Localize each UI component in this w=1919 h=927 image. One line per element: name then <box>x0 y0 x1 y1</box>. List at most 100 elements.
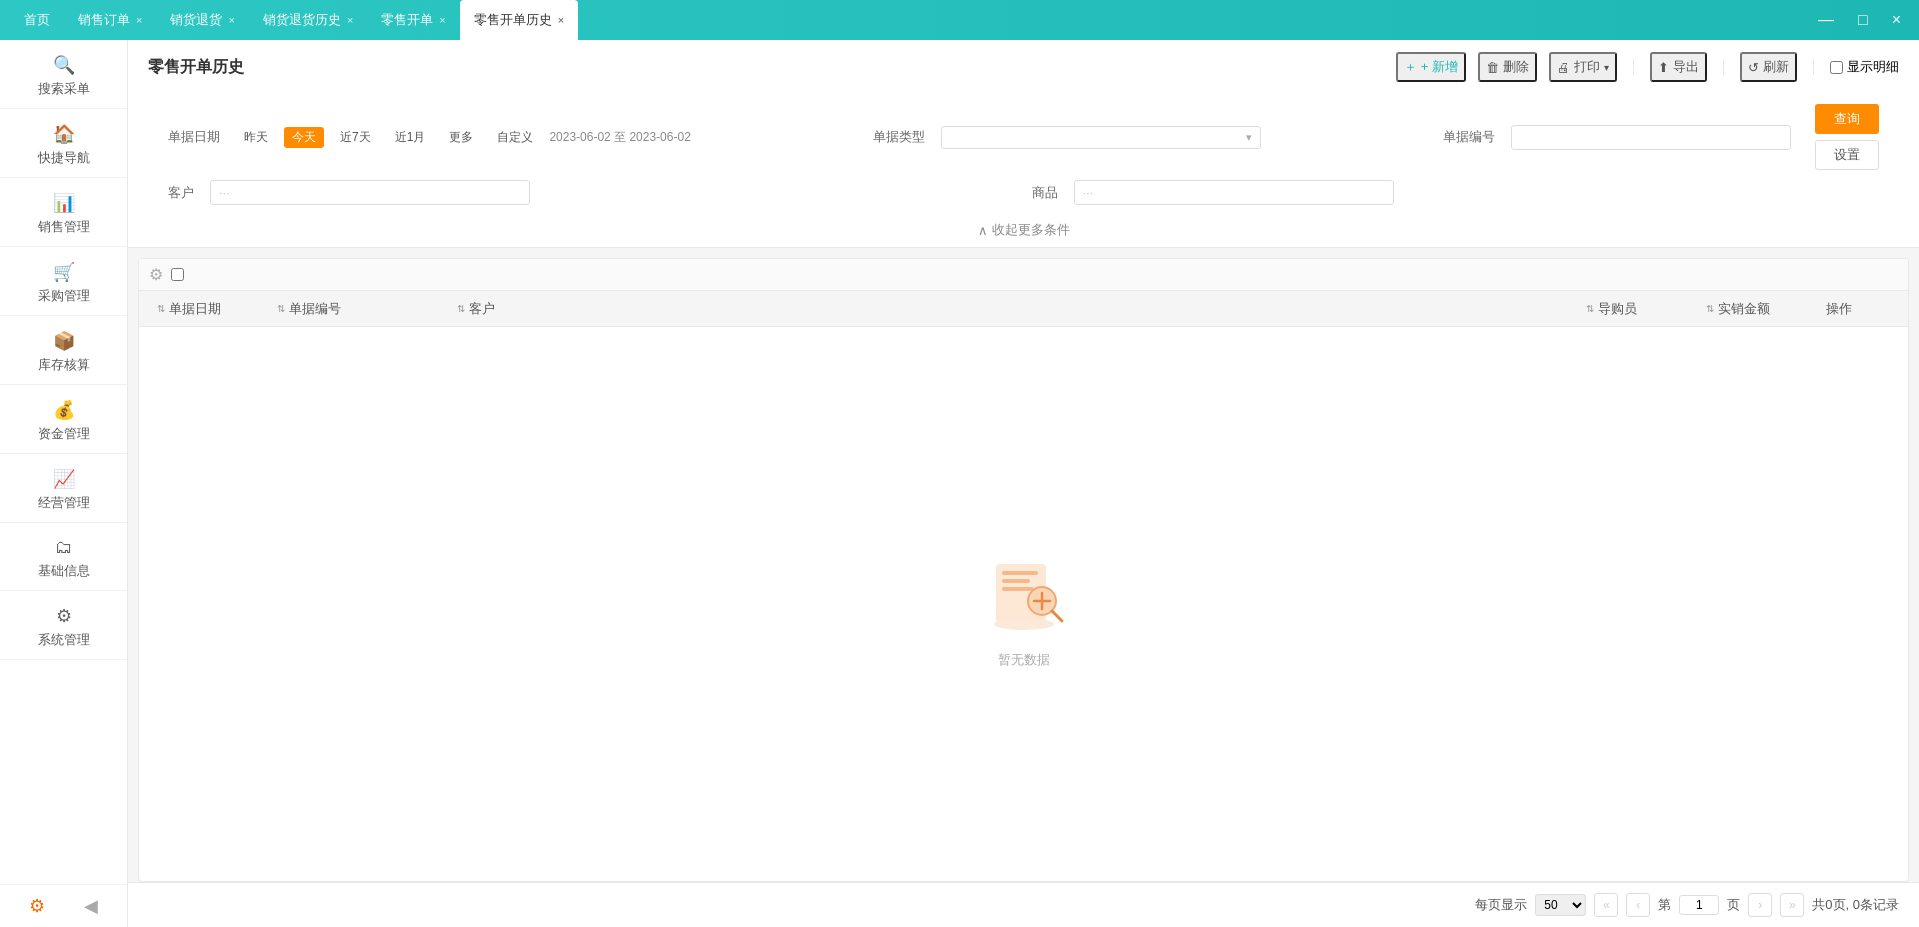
sidebar-search[interactable]: 🔍 搜索采单 <box>0 40 127 109</box>
sort-icon-date[interactable]: ⇅ <box>157 303 165 314</box>
show-detail-checkbox[interactable] <box>1830 61 1843 74</box>
export-button[interactable]: ⬆ 导出 <box>1650 52 1707 82</box>
sidebar: 🔍 搜索采单 🏠 快捷导航 📊 销售管理 🛒 采购管理 📦 库存核算 💰 资金管… <box>0 40 128 927</box>
query-button[interactable]: 查询 <box>1815 104 1879 134</box>
settings-filter-button[interactable]: 设置 <box>1815 140 1879 170</box>
page-label-before: 第 <box>1658 896 1671 914</box>
order-type-select[interactable]: ▾ <box>941 126 1261 149</box>
tab-close-sales-return[interactable]: × <box>228 14 234 26</box>
sort-icon-customer[interactable]: ⇅ <box>457 303 465 314</box>
date-more[interactable]: 更多 <box>441 127 481 148</box>
sidebar-item-finance[interactable]: 💰 资金管理 <box>0 385 127 454</box>
collapse-more-btn[interactable]: ∧ 收起更多条件 <box>168 215 1879 247</box>
col-header-amount: ⇅ 实销金额 <box>1698 300 1818 318</box>
total-info: 共0页, 0条记录 <box>1812 896 1899 914</box>
page-title: 零售开单历史 <box>148 57 244 78</box>
tab-retail-open[interactable]: 零售开单 × <box>367 0 459 40</box>
date-custom[interactable]: 自定义 <box>489 127 541 148</box>
purchase-icon: 🛒 <box>53 261 75 283</box>
sidebar-item-inventory[interactable]: 📦 库存核算 <box>0 316 127 385</box>
order-type-label: 单据类型 <box>873 128 925 146</box>
tab-close-retail-open[interactable]: × <box>439 14 445 26</box>
svg-rect-3 <box>1002 579 1030 583</box>
date-range-text: 2023-06-02 至 2023-06-02 <box>549 129 690 146</box>
operations-icon: 📈 <box>53 468 75 490</box>
sidebar-item-system[interactable]: ⚙ 系统管理 <box>0 591 127 660</box>
date-7days[interactable]: 近7天 <box>332 127 379 148</box>
tab-close-sales-return-history[interactable]: × <box>347 14 353 26</box>
page-header: 零售开单历史 ＋ + 新增 🗑 删除 🖨 打印 ▾ <box>128 40 1919 248</box>
table-toolbar: ⚙ <box>139 259 1908 291</box>
delete-icon: 🗑 <box>1486 60 1499 75</box>
sort-icon-salesperson[interactable]: ⇅ <box>1586 303 1594 314</box>
date-yesterday[interactable]: 昨天 <box>236 127 276 148</box>
sidebar-item-sales-mgmt[interactable]: 📊 销售管理 <box>0 178 127 247</box>
date-filter-label: 单据日期 <box>168 128 220 146</box>
sidebar-item-purchase-mgmt[interactable]: 🛒 采购管理 <box>0 247 127 316</box>
add-icon: ＋ <box>1404 58 1417 76</box>
col-header-salesperson: ⇅ 导购员 <box>1578 300 1698 318</box>
page-number-input[interactable] <box>1679 895 1719 915</box>
refresh-icon: ↺ <box>1748 60 1759 75</box>
first-page-btn[interactable]: « <box>1594 893 1618 917</box>
customer-select[interactable]: ··· <box>210 180 530 205</box>
date-today[interactable]: 今天 <box>284 127 324 148</box>
table-settings-icon[interactable]: ⚙ <box>149 265 163 284</box>
sort-icon-order-no[interactable]: ⇅ <box>277 303 285 314</box>
main-layout: 🔍 搜索采单 🏠 快捷导航 📊 销售管理 🛒 采购管理 📦 库存核算 💰 资金管… <box>0 40 1919 927</box>
system-icon: ⚙ <box>56 605 72 627</box>
next-page-btn[interactable]: › <box>1748 893 1772 917</box>
sales-icon: 📊 <box>53 192 75 214</box>
tab-retail-open-history[interactable]: 零售开单历史 × <box>460 0 578 40</box>
window-maximize[interactable]: □ <box>1850 11 1876 29</box>
filter-row-1: 单据日期 昨天 今天 近7天 近1月 更多 自定义 2023-06-02 至 2… <box>168 104 1879 170</box>
filter-area: 单据日期 昨天 今天 近7天 近1月 更多 自定义 2023-06-02 至 2… <box>148 94 1899 247</box>
window-close[interactable]: × <box>1884 11 1909 29</box>
date-options: 昨天 今天 近7天 近1月 更多 自定义 2023-06-02 至 2023-0… <box>236 127 691 148</box>
toolbar-divider3 <box>1813 59 1814 75</box>
window-minimize[interactable]: — <box>1810 11 1842 29</box>
toolbar-actions: ＋ + 新增 🗑 删除 🖨 打印 ▾ ⬆ 导出 <box>1396 52 1899 82</box>
add-button[interactable]: ＋ + 新增 <box>1396 52 1466 82</box>
tab-sales-order[interactable]: 销售订单 × <box>64 0 156 40</box>
sidebar-item-operations[interactable]: 📈 经营管理 <box>0 454 127 523</box>
select-all-checkbox[interactable] <box>171 268 184 281</box>
print-button[interactable]: 🖨 打印 ▾ <box>1549 52 1617 82</box>
tab-close-sales-order[interactable]: × <box>136 14 142 26</box>
tab-sales-return[interactable]: 销货退货 × <box>156 0 248 40</box>
home-icon: 🏠 <box>53 123 75 145</box>
sidebar-item-basic-info[interactable]: 🗂 基础信息 <box>0 523 127 591</box>
finance-icon: 💰 <box>53 399 75 421</box>
table-header: ⇅ 单据日期 ⇅ 单据编号 ⇅ 客户 ⇅ 导购员 ⇅ 实销金额 <box>139 291 1908 327</box>
col-header-date: ⇅ 单据日期 <box>149 300 269 318</box>
tab-home[interactable]: + 新增 首页 <box>10 0 64 40</box>
page-label-after: 页 <box>1727 896 1740 914</box>
delete-button[interactable]: 🗑 删除 <box>1478 52 1537 82</box>
tab-close-retail-open-history[interactable]: × <box>558 14 564 26</box>
last-page-btn[interactable]: » <box>1780 893 1804 917</box>
refresh-button[interactable]: ↺ 刷新 <box>1740 52 1797 82</box>
goods-label: 商品 <box>1032 184 1058 202</box>
tab-sales-return-history[interactable]: 销货退货历史 × <box>249 0 367 40</box>
sidebar-item-quick-nav[interactable]: 🏠 快捷导航 <box>0 109 127 178</box>
page-size-select[interactable]: 50 10 20 100 <box>1535 894 1586 916</box>
svg-rect-2 <box>1002 571 1038 575</box>
sidebar-settings-icon[interactable]: ⚙ <box>29 895 45 917</box>
col-header-customer: ⇅ 客户 <box>449 300 1578 318</box>
toolbar-divider2 <box>1723 59 1724 75</box>
page-size-label: 每页显示 <box>1475 896 1527 914</box>
customer-label: 客户 <box>168 184 194 202</box>
order-no-input[interactable] <box>1511 125 1791 150</box>
show-detail-toggle[interactable]: 显示明细 <box>1830 58 1899 76</box>
svg-line-8 <box>1052 611 1062 621</box>
sidebar-collapse-icon[interactable]: ◀ <box>84 895 98 917</box>
order-no-label: 单据编号 <box>1443 128 1495 146</box>
date-1month[interactable]: 近1月 <box>387 127 434 148</box>
table-container: ⚙ ⇅ 单据日期 ⇅ 单据编号 ⇅ 客户 ⇅ 导购员 <box>138 258 1909 882</box>
print-dropdown-icon: ▾ <box>1604 62 1609 73</box>
empty-state-icon <box>974 539 1074 639</box>
goods-select[interactable]: ··· <box>1074 180 1394 205</box>
filter-row-2: 客户 ··· 商品 ··· <box>168 180 1879 205</box>
prev-page-btn[interactable]: ‹ <box>1626 893 1650 917</box>
sort-icon-amount[interactable]: ⇅ <box>1706 303 1714 314</box>
